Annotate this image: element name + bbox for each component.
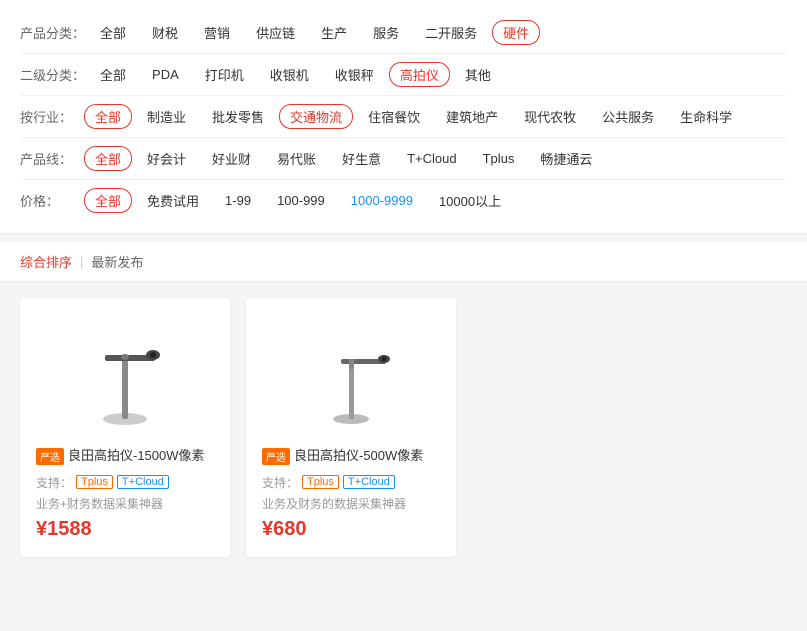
industry-hospitality[interactable]: 住宿餐饮 bbox=[357, 104, 431, 129]
support-label-1: 支持： bbox=[262, 474, 298, 491]
category-erkaifuwu[interactable]: 二开服务 bbox=[414, 20, 488, 45]
price-all[interactable]: 全部 bbox=[84, 188, 132, 213]
scanner-icon-1 bbox=[311, 319, 391, 429]
scanner-icon-0 bbox=[85, 319, 165, 429]
product-title-row-0: 严选 良田高拍仪-1500W像素 bbox=[36, 446, 214, 466]
pl-haokuaiji[interactable]: 好会计 bbox=[136, 146, 197, 171]
pl-all[interactable]: 全部 bbox=[84, 146, 132, 171]
sort-bar: 综合排序 | 最新发布 bbox=[0, 242, 807, 282]
subcategory-row: 二级分类： 全部 PDA 打印机 收银机 收银秤 高拍仪 其他 bbox=[20, 54, 787, 96]
sub-scale[interactable]: 收银秤 bbox=[324, 62, 385, 87]
price-100-999[interactable]: 100-999 bbox=[266, 190, 336, 211]
product-price-0: ¥1588 bbox=[36, 518, 214, 541]
category-caishui[interactable]: 财税 bbox=[141, 20, 189, 45]
tag-tcloud-0: T+Cloud bbox=[117, 475, 169, 489]
category-yingxiao[interactable]: 营销 bbox=[193, 20, 241, 45]
support-row-0: 支持： Tplus T+Cloud bbox=[36, 474, 214, 491]
category-all[interactable]: 全部 bbox=[89, 20, 137, 45]
price-1-99[interactable]: 1-99 bbox=[214, 190, 262, 211]
industry-agriculture[interactable]: 现代农牧 bbox=[513, 104, 587, 129]
price-row: 价格： 全部 免费试用 1-99 100-999 1000-9999 10000… bbox=[20, 180, 787, 221]
sub-pda[interactable]: PDA bbox=[141, 64, 190, 85]
product-title-row-1: 严选 良田高拍仪-500W像素 bbox=[262, 446, 440, 466]
category-shengchan[interactable]: 生产 bbox=[310, 20, 358, 45]
tag-tplus-1: Tplus bbox=[302, 475, 339, 489]
badge-yanxuan-0: 严选 bbox=[36, 448, 64, 465]
product-price-1: ¥680 bbox=[262, 518, 440, 541]
product-card-1[interactable]: 严选 良田高拍仪-500W像素 支持： Tplus T+Cloud 业务及财务的… bbox=[246, 298, 456, 557]
sub-printer[interactable]: 打印机 bbox=[194, 62, 255, 87]
sort-newest[interactable]: 最新发布 bbox=[91, 252, 143, 271]
tag-tplus-0: Tplus bbox=[76, 475, 113, 489]
product-desc-1: 业务及财务的数据采集神器 bbox=[262, 495, 440, 512]
price-1000-9999[interactable]: 1000-9999 bbox=[340, 190, 424, 211]
sort-divider: | bbox=[80, 254, 83, 269]
support-row-1: 支持： Tplus T+Cloud bbox=[262, 474, 440, 491]
category-label: 产品分类： bbox=[20, 23, 85, 42]
product-name-0: 良田高拍仪-1500W像素 bbox=[68, 446, 205, 466]
industry-row: 按行业： 全部 制造业 批发零售 交通物流 住宿餐饮 建筑地产 现代农牧 公共服… bbox=[20, 96, 787, 138]
industry-wholesale[interactable]: 批发零售 bbox=[201, 104, 275, 129]
sub-scanner[interactable]: 高拍仪 bbox=[389, 62, 450, 87]
pl-tcloud[interactable]: T+Cloud bbox=[396, 148, 468, 169]
sub-all[interactable]: 全部 bbox=[89, 62, 137, 87]
pl-yidaizhang[interactable]: 易代账 bbox=[266, 146, 327, 171]
sub-cashier[interactable]: 收银机 bbox=[259, 62, 320, 87]
price-label: 价格： bbox=[20, 191, 80, 210]
price-free[interactable]: 免费试用 bbox=[136, 188, 210, 213]
sort-comprehensive[interactable]: 综合排序 bbox=[20, 252, 72, 271]
price-10000up[interactable]: 10000以上 bbox=[428, 188, 512, 213]
pl-changjietongyun[interactable]: 畅捷通云 bbox=[529, 146, 603, 171]
industry-all[interactable]: 全部 bbox=[84, 104, 132, 129]
tag-tcloud-1: T+Cloud bbox=[343, 475, 395, 489]
category-yingjian[interactable]: 硬件 bbox=[492, 20, 540, 45]
filter-panel: 产品分类： 全部 财税 营销 供应链 生产 服务 二开服务 硬件 二级分类： 全… bbox=[0, 0, 807, 234]
product-name-1: 良田高拍仪-500W像素 bbox=[294, 446, 423, 466]
category-row: 产品分类： 全部 财税 营销 供应链 生产 服务 二开服务 硬件 bbox=[20, 12, 787, 54]
industry-public[interactable]: 公共服务 bbox=[591, 104, 665, 129]
industry-realestate[interactable]: 建筑地产 bbox=[435, 104, 509, 129]
industry-transport[interactable]: 交通物流 bbox=[279, 104, 353, 129]
pl-tplus[interactable]: Tplus bbox=[472, 148, 526, 169]
category-fuwu[interactable]: 服务 bbox=[362, 20, 410, 45]
subcategory-label: 二级分类： bbox=[20, 65, 85, 84]
product-desc-0: 业务+财务数据采集神器 bbox=[36, 495, 214, 512]
industry-label: 按行业： bbox=[20, 107, 80, 126]
product-image-1 bbox=[262, 314, 440, 434]
category-gongyinglian[interactable]: 供应链 bbox=[245, 20, 306, 45]
pl-haoyecai[interactable]: 好业财 bbox=[201, 146, 262, 171]
productline-label: 产品线： bbox=[20, 149, 80, 168]
product-grid: 严选 良田高拍仪-1500W像素 支持： Tplus T+Cloud 业务+财务… bbox=[0, 282, 807, 573]
industry-manufacturing[interactable]: 制造业 bbox=[136, 104, 197, 129]
pl-haoshengyi[interactable]: 好生意 bbox=[331, 146, 392, 171]
product-image-0 bbox=[36, 314, 214, 434]
badge-yanxuan-1: 严选 bbox=[262, 448, 290, 465]
support-label-0: 支持： bbox=[36, 474, 72, 491]
industry-lifescience[interactable]: 生命科学 bbox=[669, 104, 743, 129]
product-card-0[interactable]: 严选 良田高拍仪-1500W像素 支持： Tplus T+Cloud 业务+财务… bbox=[20, 298, 230, 557]
productline-row: 产品线： 全部 好会计 好业财 易代账 好生意 T+Cloud Tplus 畅捷… bbox=[20, 138, 787, 180]
sub-other[interactable]: 其他 bbox=[454, 62, 502, 87]
